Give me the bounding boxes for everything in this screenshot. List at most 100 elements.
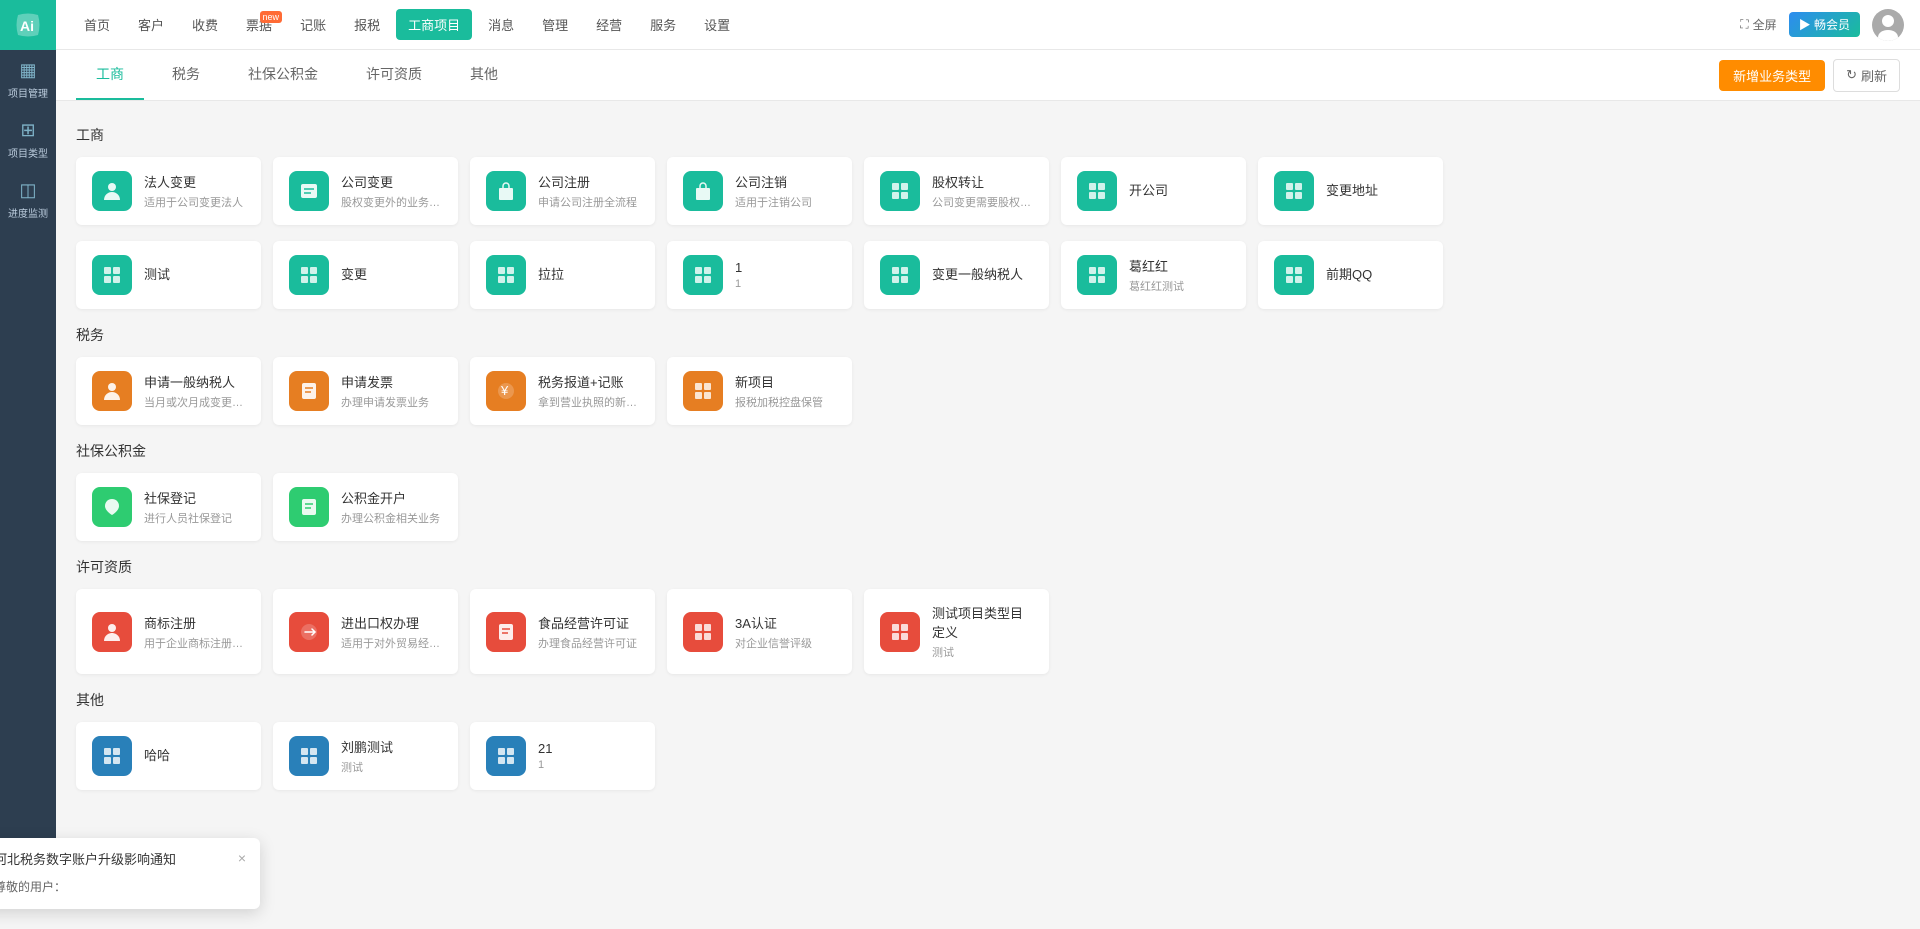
topnav-message[interactable]: 消息 [476, 9, 526, 40]
topnav-service[interactable]: 服务 [638, 9, 688, 40]
card-name-haha: 哈哈 [144, 745, 245, 764]
biz-section-title: 工商 [76, 125, 1900, 145]
notification-title: 河北税务数字账户升级影响通知 [0, 850, 176, 870]
card-icon-company-cancel [683, 171, 723, 211]
card-legal-change[interactable]: 法人变更 适用于公司变更法人 [76, 157, 261, 225]
project-mgmt-icon: ▦ [19, 60, 36, 81]
topnav-operation[interactable]: 经营 [584, 9, 634, 40]
card-company-change[interactable]: 公司变更 股权变更外的业务变更 [273, 157, 458, 225]
card-change-taxpayer[interactable]: 变更一般纳税人 [864, 241, 1049, 309]
card-info-liupeng: 刘鹏测试 测试 [341, 737, 442, 775]
card-icon-one [683, 255, 723, 295]
user-avatar[interactable] [1872, 9, 1904, 41]
notification-body: 尊敬的用户： [0, 878, 246, 897]
sidebar-item-label: 项目管理 [8, 85, 48, 100]
card-prev-qq[interactable]: 前期QQ [1258, 241, 1443, 309]
card-icon-haha [92, 736, 132, 776]
card-desc-apply-invoice: 办理申请发票业务 [341, 394, 442, 410]
refresh-button[interactable]: ↻ 刷新 [1833, 59, 1900, 92]
card-info-apply-taxpayer: 申请一般纳税人 当月或次月成变更完成 [144, 372, 245, 410]
card-3a-cert[interactable]: 3A认证 对企业信誉评级 [667, 589, 852, 674]
card-fund-open[interactable]: 公积金开户 办理公积金相关业务 [273, 473, 458, 541]
vip-button[interactable]: ▶ 畅会员 [1789, 12, 1860, 37]
card-name-company-change: 公司变更 [341, 172, 442, 191]
card-info-equity-transfer: 股权转让 公司变更需要股权转让 [932, 172, 1033, 210]
card-company-cancel[interactable]: 公司注销 适用于注销公司 [667, 157, 852, 225]
new-type-button[interactable]: 新增业务类型 [1719, 60, 1825, 91]
topnav-bizproject[interactable]: 工商项目 [396, 9, 472, 40]
card-info-test-type: 测试项目类型目定义 测试 [932, 603, 1033, 660]
card-info-food-license: 食品经营许可证 办理食品经营许可证 [538, 613, 639, 651]
topnav-customer[interactable]: 客户 [126, 9, 176, 40]
card-name-food-license: 食品经营许可证 [538, 613, 639, 632]
card-import-export[interactable]: 进出口权办理 适用于对外贸易经营者 [273, 589, 458, 674]
card-new-project[interactable]: 新项目 报税加税控盘保管 [667, 357, 852, 425]
progress-monitor-icon: ◫ [19, 180, 36, 201]
card-lala[interactable]: 拉拉 [470, 241, 655, 309]
card-info-mohonghong: 葛红红 葛红红测试 [1129, 256, 1230, 294]
card-apply-invoice[interactable]: 申请发票 办理申请发票业务 [273, 357, 458, 425]
notification-header: 河北税务数字账户升级影响通知 × [0, 850, 246, 870]
card-desc-tax-report-book: 拿到营业执照的新公司 [538, 394, 639, 410]
tab-social[interactable]: 社保公积金 [228, 50, 338, 100]
sidebar-item-progress-monitor[interactable]: ◫ 进度监测 [0, 170, 56, 230]
sidebar-logo[interactable]: Ai [0, 0, 56, 50]
card-mohonghong[interactable]: 葛红红 葛红红测试 [1061, 241, 1246, 309]
sidebar: Ai ▦ 项目管理 ⊞ 项目类型 ◫ 进度监测 [0, 0, 56, 857]
topnav-settings[interactable]: 设置 [692, 9, 742, 40]
tab-other[interactable]: 其他 [450, 50, 518, 100]
card-trademark[interactable]: 商标注册 用于企业商标注册服务 [76, 589, 261, 674]
card-icon-tax-report-book: ¥ [486, 371, 526, 411]
sidebar-item-project-type[interactable]: ⊞ 项目类型 [0, 110, 56, 170]
topnav-admin[interactable]: 管理 [530, 9, 580, 40]
card-tax-report-book[interactable]: ¥ 税务报道+记账 拿到营业执照的新公司 [470, 357, 655, 425]
card-open-company[interactable]: 开公司 [1061, 157, 1246, 225]
card-icon-test [92, 255, 132, 295]
card-change2[interactable]: 变更 [273, 241, 458, 309]
card-test-type[interactable]: 测试项目类型目定义 测试 [864, 589, 1049, 674]
card-one[interactable]: 1 1 [667, 241, 852, 309]
card-equity-transfer[interactable]: 股权转让 公司变更需要股权转让 [864, 157, 1049, 225]
card-info-change2: 变更 [341, 264, 442, 286]
card-social-register[interactable]: 社保登记 进行人员社保登记 [76, 473, 261, 541]
card-desc-new-project: 报税加税控盘保管 [735, 394, 836, 410]
card-icon-lala [486, 255, 526, 295]
notification-close-button[interactable]: × [238, 850, 246, 866]
card-desc-import-export: 适用于对外贸易经营者 [341, 635, 442, 651]
card-info-open-company: 开公司 [1129, 180, 1230, 202]
topnav-bookkeeping[interactable]: 记账 [288, 9, 338, 40]
card-haha[interactable]: 哈哈 [76, 722, 261, 790]
tab-biz[interactable]: 工商 [76, 50, 144, 100]
tab-license[interactable]: 许可资质 [346, 50, 442, 100]
card-info-social-register: 社保登记 进行人员社保登记 [144, 488, 245, 526]
card-liupeng[interactable]: 刘鹏测试 测试 [273, 722, 458, 790]
card-apply-taxpayer[interactable]: 申请一般纳税人 当月或次月成变更完成 [76, 357, 261, 425]
card-icon-prev-qq [1274, 255, 1314, 295]
topnav-tax[interactable]: 报税 [342, 9, 392, 40]
card-food-license[interactable]: 食品经营许可证 办理食品经营许可证 [470, 589, 655, 674]
topnav-billing[interactable]: 收费 [180, 9, 230, 40]
card-info-change-taxpayer: 变更一般纳税人 [932, 264, 1033, 286]
tax-section-title: 税务 [76, 325, 1900, 345]
vip-icon: ▶ [1799, 18, 1811, 32]
card-name-social-register: 社保登记 [144, 488, 245, 507]
tab-tax[interactable]: 税务 [152, 50, 220, 100]
svg-text:¥: ¥ [500, 383, 509, 398]
card-name-fund-open: 公积金开户 [341, 488, 442, 507]
card-desc-3a-cert: 对企业信誉评级 [735, 635, 836, 651]
card-name-twenty-one: 21 [538, 741, 639, 756]
topnav-invoice[interactable]: 票据 new [234, 9, 284, 40]
fullscreen-button[interactable]: ⛶ 全屏 [1740, 16, 1776, 33]
card-change-address[interactable]: 变更地址 [1258, 157, 1443, 225]
sidebar-item-project-mgmt[interactable]: ▦ 项目管理 [0, 50, 56, 110]
card-company-register[interactable]: 公司注册 申请公司注册全流程 [470, 157, 655, 225]
sidebar-item-label: 项目类型 [8, 145, 48, 160]
topnav-home[interactable]: 首页 [72, 9, 122, 40]
card-info-haha: 哈哈 [144, 745, 245, 767]
card-test[interactable]: 测试 [76, 241, 261, 309]
topnav: 首页 客户 收费 票据 new 记账 报税 工商项目 消息 管理 经营 服务 设… [56, 0, 1920, 50]
card-icon-new-project [683, 371, 723, 411]
card-icon-trademark [92, 612, 132, 652]
card-desc-legal-change: 适用于公司变更法人 [144, 194, 245, 210]
card-twenty-one[interactable]: 21 1 [470, 722, 655, 790]
